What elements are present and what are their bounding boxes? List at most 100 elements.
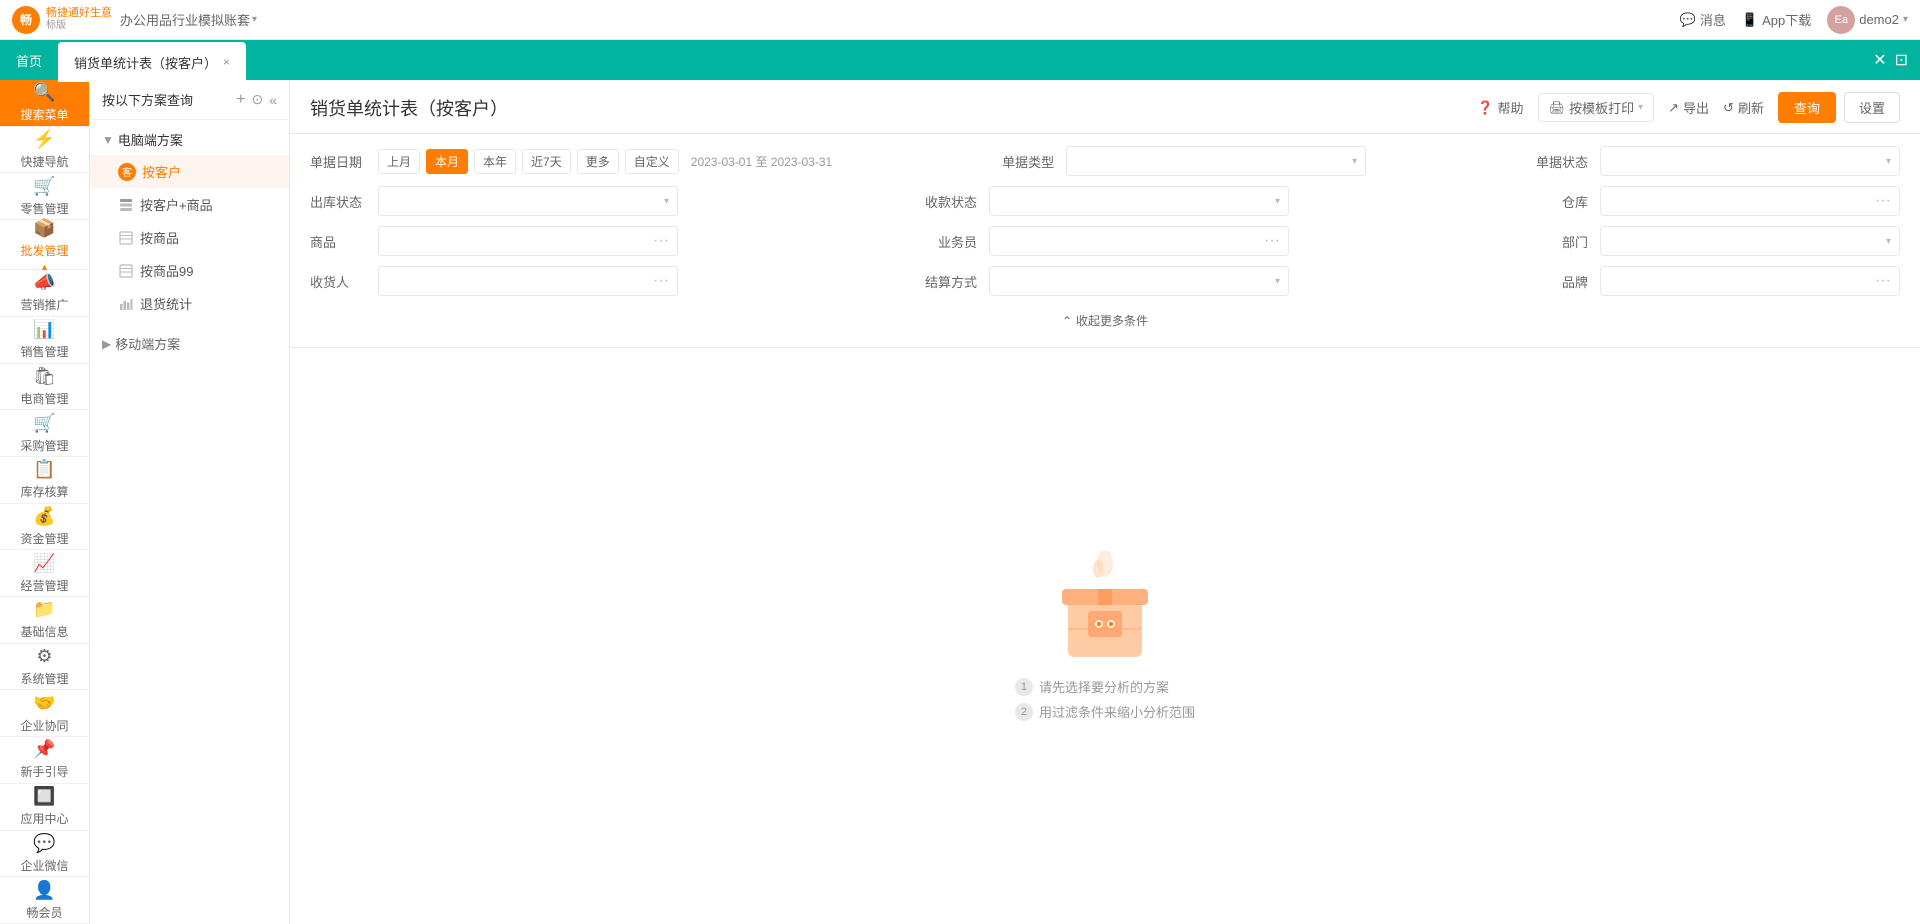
hint-num-2: 2 [1015,703,1033,721]
scheme-label-by-product: 按商品 [140,228,179,247]
quick-nav-icon: ⚡ [33,129,55,150]
sidebar-item-wechat[interactable]: 💬 企业微信 [0,831,89,878]
sidebar-item-member[interactable]: 👤 畅会员 [0,877,89,924]
refresh-icon: ↺ [1723,100,1734,116]
mobile-group-chevron: ▶ [102,337,111,351]
sidebar-item-enterprise[interactable]: 🤝 企业协同 [0,690,89,737]
hint-num-1: 1 [1015,678,1033,696]
mobile-group-header[interactable]: ▶ 移动端方案 [90,328,289,359]
this-month-btn[interactable]: 本月 [426,149,468,174]
custom-btn[interactable]: 自定义 [625,149,679,174]
tab-close-btn[interactable]: × [223,55,230,69]
settings-btn[interactable]: 设置 [1844,92,1900,123]
tab-active[interactable]: 销货单统计表（按客户） × [58,42,246,82]
sidebar-item-retail[interactable]: 🛒 零售管理 [0,173,89,220]
sidebar-item-finance[interactable]: 💰 资金管理 [0,504,89,551]
tab-restore-btn[interactable]: ⊡ [1895,50,1908,70]
refresh-action[interactable]: ↺ 刷新 [1723,98,1764,117]
print-btn[interactable]: 🖨 按模板打印 ▾ [1538,93,1655,122]
warehouse-label: 仓库 [1532,192,1588,211]
left-panel: 按以下方案查询 + ⊙ « ▼ 电脑端方案 客 按客户 [90,80,290,924]
sidebar-item-search-menu[interactable]: 🔍 搜索菜单 [0,80,89,127]
export-action[interactable]: ↗ 导出 [1668,98,1709,117]
desktop-group-chevron: ▼ [102,133,114,147]
topbar: 畅 畅捷通好生意 标版 办公用品行业模拟账套 ▾ 💬 消息 📱 App下载 Ea… [0,0,1920,40]
more-btn[interactable]: 更多 [577,149,619,174]
settlement-select[interactable]: ▾ [989,266,1289,296]
sidebar-item-inventory[interactable]: 📋 库存核算 [0,457,89,504]
sidebar-label-newbie: 新手引导 [20,763,68,780]
out-status-select[interactable]: ▾ [378,186,678,216]
scheme-item-product-99[interactable]: 按商品99 [90,254,289,287]
enterprise-icon: 🤝 [33,693,55,714]
desktop-group-header[interactable]: ▼ 电脑端方案 [90,124,289,155]
sidebar-item-sales[interactable]: 📊 销售管理 [0,317,89,364]
scheme-item-customer-product[interactable]: 按客户+商品 [90,188,289,221]
this-year-btn[interactable]: 本年 [474,149,516,174]
collapse-more-btn[interactable]: ⌃ 收起更多条件 [310,306,1900,335]
sidebar-item-system[interactable]: ⚙ 系统管理 [0,644,89,691]
add-scheme-btn[interactable]: + [236,91,245,109]
sidebar-label-wholesale: 批发管理 [20,242,68,259]
wholesale-icon: 📦 [33,218,55,239]
sidebar-item-purchase[interactable]: 🛒 采购管理 [0,410,89,457]
product-select[interactable]: ··· [378,226,678,256]
customer-product-icon [118,197,134,213]
by-product-icon [118,230,134,246]
scheme-item-by-customer[interactable]: 客 按客户 [90,155,289,188]
tab-close-window-btn[interactable]: ✕ [1873,50,1886,70]
collapse-panel-btn[interactable]: « [269,92,277,108]
warehouse-select[interactable]: ··· [1600,186,1900,216]
download-label: App下载 [1762,10,1811,29]
department-chevron: ▾ [1886,236,1891,247]
sidebar-label-purchase: 采购管理 [20,437,68,454]
receiver-select[interactable]: ··· [378,266,678,296]
sidebar-item-appstore[interactable]: 🔲 应用中心 [0,784,89,831]
tab-home[interactable]: 首页 [0,40,58,80]
help-action[interactable]: ❓ 帮助 [1477,98,1523,117]
scheme-label-by-customer: 按客户 [142,162,181,181]
sidebar-item-basic[interactable]: 📁 基础信息 [0,597,89,644]
query-btn[interactable]: 查询 [1778,92,1836,123]
last7-btn[interactable]: 近7天 [522,149,571,174]
sidebar-item-operations[interactable]: 📈 经营管理 [0,550,89,597]
print-label: 按模板打印 [1569,98,1634,117]
user-dropdown-icon: ▾ [1903,14,1908,25]
operations-icon: 📈 [33,553,55,574]
message-icon: 💬 [1680,12,1696,28]
download-action[interactable]: 📱 App下载 [1742,10,1811,29]
empty-hints: 1 请先选择要分析的方案 2 用过滤条件来缩小分析范围 [1015,677,1195,721]
salesperson-select[interactable]: ··· [989,226,1289,256]
department-select[interactable]: ▾ [1600,226,1900,256]
hint-text-1: 请先选择要分析的方案 [1039,677,1169,696]
help-icon: ❓ [1477,100,1493,116]
message-action[interactable]: 💬 消息 [1680,10,1726,29]
scheme-label-return-stats: 退货统计 [140,294,192,313]
order-status-select[interactable]: ▾ [1600,146,1900,176]
receipt-status-select[interactable]: ▾ [989,186,1289,216]
brand-select[interactable]: ··· [1600,266,1900,296]
scheme-item-by-product[interactable]: 按商品 [90,221,289,254]
sidebar-item-wholesale[interactable]: 📦 批发管理 ▲ [0,220,89,270]
appstore-icon: 🔲 [33,786,55,807]
date-label: 单据日期 [310,152,366,171]
tabbar-right: ✕ ⊡ [1873,50,1920,70]
sidebar-label-basic: 基础信息 [20,623,68,640]
sidebar-item-quick-nav[interactable]: ⚡ 快捷导航 [0,127,89,174]
last-month-btn[interactable]: 上月 [378,149,420,174]
app-name-dropdown[interactable]: 办公用品行业模拟账套 ▾ [120,10,257,29]
sidebar-item-newbie[interactable]: 📌 新手引导 [0,737,89,784]
order-type-select[interactable]: ▾ [1066,146,1366,176]
tab-active-label: 销货单统计表（按客户） [74,53,217,72]
sidebar-item-ecommerce[interactable]: 🛍 电商管理 [0,364,89,411]
scheme-item-return-stats[interactable]: 退货统计 [90,287,289,320]
collapse-chevron-icon: ⌃ [1062,314,1072,328]
user-action[interactable]: Ea demo2 ▾ [1827,6,1908,34]
member-icon: 👤 [33,880,55,901]
sidebar-label-wechat: 企业微信 [20,857,68,874]
receiver-dots: ··· [653,272,669,290]
sidebar-item-marketing[interactable]: 📣 营销推广 [0,270,89,317]
settings-scheme-btn[interactable]: ⊙ [251,91,263,108]
sidebar-label-inventory: 库存核算 [20,483,68,500]
order-type-label: 单据类型 [998,152,1054,171]
